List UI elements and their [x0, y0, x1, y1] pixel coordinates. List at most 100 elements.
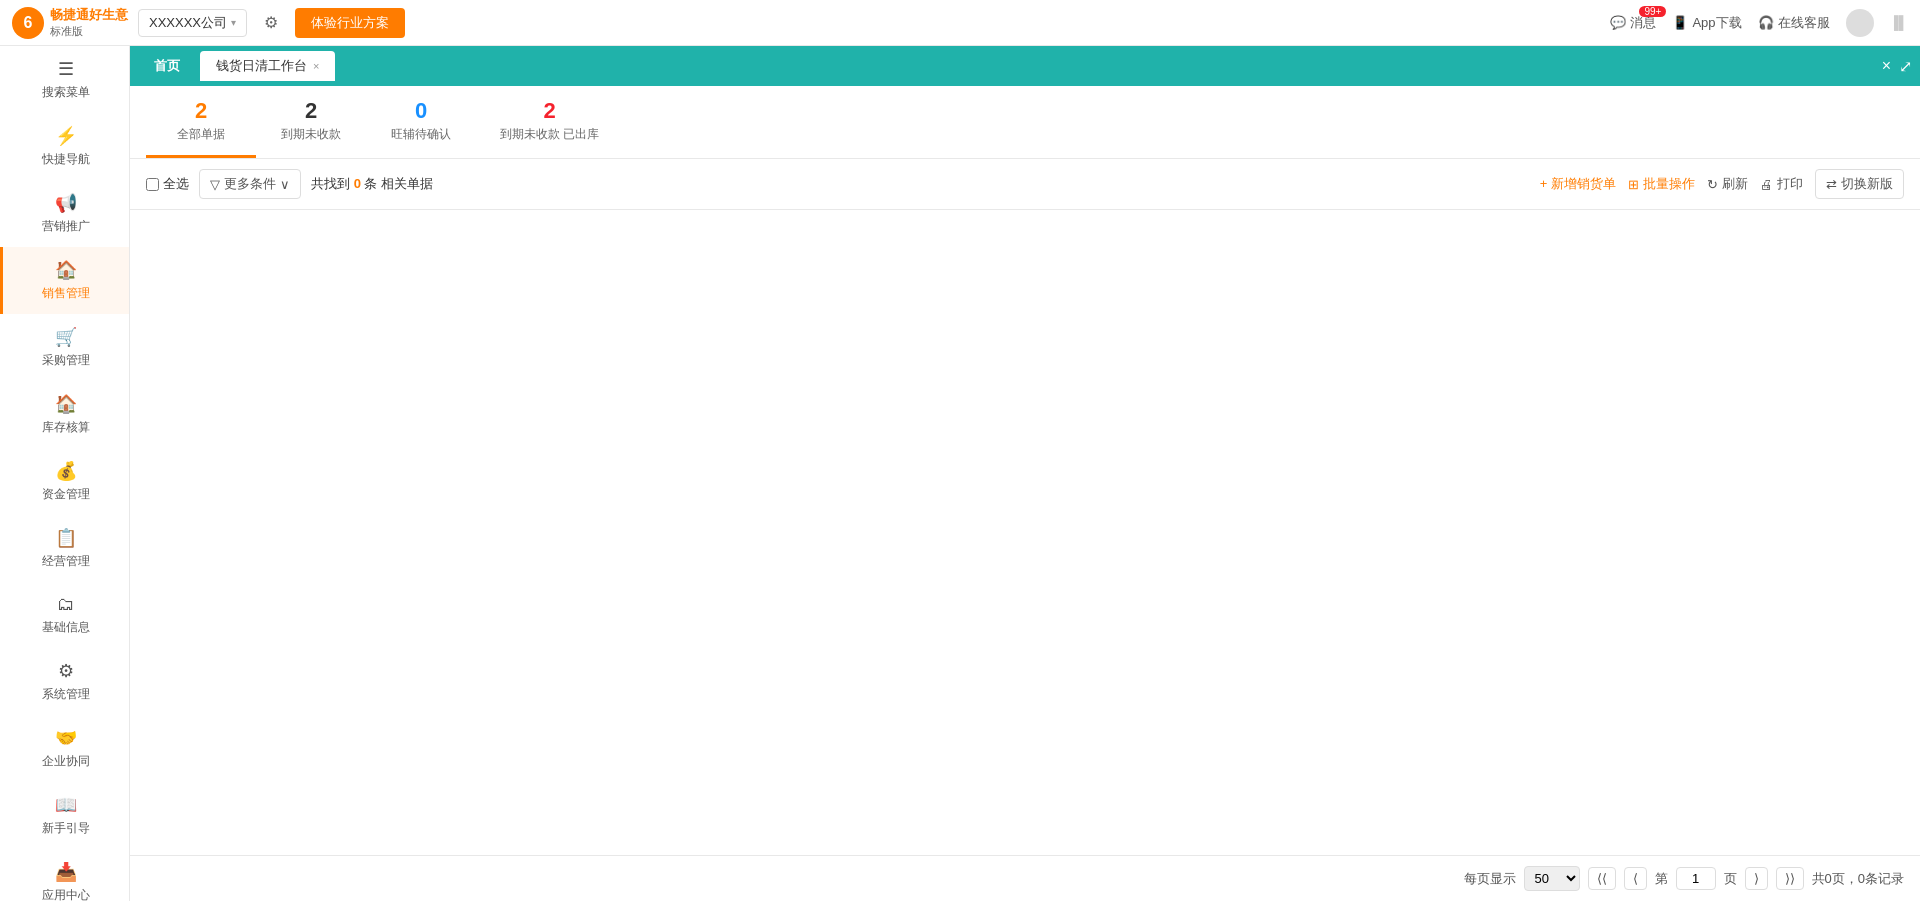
stat-label-overdue: 到期未收款 — [281, 126, 341, 143]
avatar[interactable] — [1846, 9, 1874, 37]
stat-num-shipped: 2 — [544, 98, 556, 124]
sidebar-item-inventory[interactable]: 🏠 库存核算 — [0, 381, 129, 448]
last-page-button[interactable]: ⟩⟩ — [1776, 867, 1804, 890]
online-service-label: 在线客服 — [1778, 14, 1830, 32]
stat-tab-all[interactable]: 2 全部单据 — [146, 86, 256, 158]
sidebar-label-search-menu: 搜索菜单 — [42, 84, 90, 101]
tab-workbench[interactable]: 钱货日清工作台 × — [200, 51, 335, 81]
marketing-icon: 📢 — [55, 192, 77, 214]
stat-tab-wangwang[interactable]: 0 旺辅待确认 — [366, 86, 476, 158]
stats-tabs: 2 全部单据 2 到期未收款 0 旺辅待确认 2 到期未收款 已出库 — [130, 86, 1920, 159]
toolbar-right: + 新增销货单 ⊞ 批量操作 ↻ 刷新 🖨 打印 ⇄ — [1536, 169, 1904, 199]
sidebar-item-sales[interactable]: 🏠 销售管理 — [0, 247, 129, 314]
sidebar-item-operations[interactable]: 📋 经营管理 — [0, 515, 129, 582]
user-name[interactable]: ▐▌ — [1890, 15, 1908, 30]
stat-label-shipped: 到期未收款 已出库 — [500, 126, 599, 143]
sales-icon: 🏠 — [55, 259, 77, 281]
switch-icon: ⇄ — [1826, 177, 1837, 192]
app-download-icon: 📱 — [1672, 15, 1688, 30]
sidebar-label-marketing: 营销推广 — [42, 218, 90, 235]
tab-close-icon[interactable]: × — [313, 60, 319, 72]
pagination: 每页显示 50 100 200 ⟨⟨ ⟨ 第 页 ⟩ ⟩⟩ 共0页，0条记录 — [130, 855, 1920, 901]
switch-label: 切换新版 — [1841, 175, 1893, 193]
basic-info-icon: 🗂 — [57, 594, 75, 615]
found-prefix: 共找到 — [311, 176, 350, 191]
app-download-button[interactable]: 📱 App下载 — [1672, 14, 1741, 32]
purchase-icon: 🛒 — [55, 326, 77, 348]
tab-minimize-button[interactable]: × — [1882, 57, 1891, 76]
work-area: 2 全部单据 2 到期未收款 0 旺辅待确认 2 到期未收款 已出库 — [130, 86, 1920, 901]
tab-controls: × ⤢ — [1882, 57, 1912, 76]
headset-icon: 🎧 — [1758, 15, 1774, 30]
stat-tab-overdue[interactable]: 2 到期未收款 — [256, 86, 366, 158]
company-selector[interactable]: XXXXXX公司 ▾ — [138, 9, 247, 37]
stat-num-overdue: 2 — [305, 98, 317, 124]
sidebar-item-app-center[interactable]: 📥 应用中心 — [0, 849, 129, 901]
new-btn-label: + 新增销货单 — [1540, 175, 1616, 193]
guide-icon: 📖 — [55, 794, 77, 816]
filter-chevron-icon: ∨ — [280, 177, 290, 192]
logo-line2: 标准版 — [50, 24, 128, 38]
quick-nav-icon: ⚡ — [55, 125, 77, 147]
related-label: 相关单据 — [381, 176, 433, 191]
sidebar-item-basic-info[interactable]: 🗂 基础信息 — [0, 582, 129, 648]
sidebar-item-search-menu[interactable]: ☰ 搜索菜单 — [0, 46, 129, 113]
tab-bar: 首页 钱货日清工作台 × × ⤢ — [130, 46, 1920, 86]
switch-version-button[interactable]: ⇄ 切换新版 — [1815, 169, 1904, 199]
system-icon: ⚙ — [58, 660, 74, 682]
top-bar-left: 6 畅捷通好生意 标准版 XXXXXX公司 ▾ ⚙ 体验行业方案 — [12, 7, 405, 39]
next-page-button[interactable]: ⟩ — [1745, 867, 1768, 890]
sidebar-label-quick-nav: 快捷导航 — [42, 151, 90, 168]
finance-icon: 💰 — [55, 460, 77, 482]
inventory-icon: 🏠 — [55, 393, 77, 415]
enterprise-icon: 🤝 — [55, 727, 77, 749]
online-service-button[interactable]: 🎧 在线客服 — [1758, 14, 1830, 32]
first-page-button[interactable]: ⟨⟨ — [1588, 867, 1616, 890]
found-unit: 条 — [364, 176, 377, 191]
operations-icon: 📋 — [55, 527, 77, 549]
message-icon: 💬 — [1610, 15, 1626, 30]
chevron-down-icon: ▾ — [231, 17, 236, 28]
search-menu-icon: ☰ — [58, 58, 74, 80]
per-page-label: 每页显示 — [1464, 870, 1516, 888]
select-all-checkbox[interactable]: 全选 — [146, 175, 189, 193]
total-label: 共0页，0条记录 — [1812, 870, 1904, 888]
stat-label-all: 全部单据 — [177, 126, 225, 143]
stat-num-wangwang: 0 — [415, 98, 427, 124]
page-input[interactable] — [1676, 867, 1716, 890]
sidebar-item-enterprise[interactable]: 🤝 企业协同 — [0, 715, 129, 782]
settings-button[interactable]: ⚙ — [257, 9, 285, 37]
company-name: XXXXXX公司 — [149, 14, 227, 32]
print-icon: 🖨 — [1760, 177, 1773, 192]
stat-label-wangwang: 旺辅待确认 — [391, 126, 451, 143]
sidebar-label-enterprise: 企业协同 — [42, 753, 90, 770]
print-button[interactable]: 🖨 打印 — [1760, 175, 1803, 193]
refresh-button[interactable]: ↻ 刷新 — [1707, 175, 1748, 193]
select-all-input[interactable] — [146, 178, 159, 191]
main-layout: ☰ 搜索菜单 ⚡ 快捷导航 📢 营销推广 🏠 销售管理 🛒 采购管理 🏠 库存核… — [0, 46, 1920, 901]
prev-page-button[interactable]: ⟨ — [1624, 867, 1647, 890]
logo-icon: 6 — [12, 7, 44, 39]
sidebar-item-purchase[interactable]: 🛒 采购管理 — [0, 314, 129, 381]
page-label: 第 — [1655, 870, 1668, 888]
sidebar-item-marketing[interactable]: 📢 营销推广 — [0, 180, 129, 247]
sidebar-item-finance[interactable]: 💰 资金管理 — [0, 448, 129, 515]
stat-num-all: 2 — [195, 98, 207, 124]
page-suffix: 页 — [1724, 870, 1737, 888]
stat-tab-shipped[interactable]: 2 到期未收款 已出库 — [476, 86, 623, 158]
top-bar-right: 💬 消息 99+ 📱 App下载 🎧 在线客服 ▐▌ — [1610, 9, 1908, 37]
logo-line1: 畅捷通好生意 — [50, 7, 128, 24]
sidebar-item-guide[interactable]: 📖 新手引导 — [0, 782, 129, 849]
tab-maximize-button[interactable]: ⤢ — [1899, 57, 1912, 76]
tab-home[interactable]: 首页 — [138, 51, 196, 81]
sidebar-item-quick-nav[interactable]: ⚡ 快捷导航 — [0, 113, 129, 180]
per-page-select[interactable]: 50 100 200 — [1524, 866, 1580, 891]
new-sales-order-button[interactable]: + 新增销货单 — [1536, 175, 1616, 193]
trial-button[interactable]: 体验行业方案 — [295, 8, 405, 38]
message-badge: 99+ — [1639, 6, 1666, 17]
filter-button[interactable]: ▽ 更多条件 ∨ — [199, 169, 301, 199]
sidebar-item-system[interactable]: ⚙ 系统管理 — [0, 648, 129, 715]
sidebar-label-purchase: 采购管理 — [42, 352, 90, 369]
message-button[interactable]: 💬 消息 99+ — [1610, 14, 1656, 32]
batch-operation-button[interactable]: ⊞ 批量操作 — [1628, 175, 1695, 193]
